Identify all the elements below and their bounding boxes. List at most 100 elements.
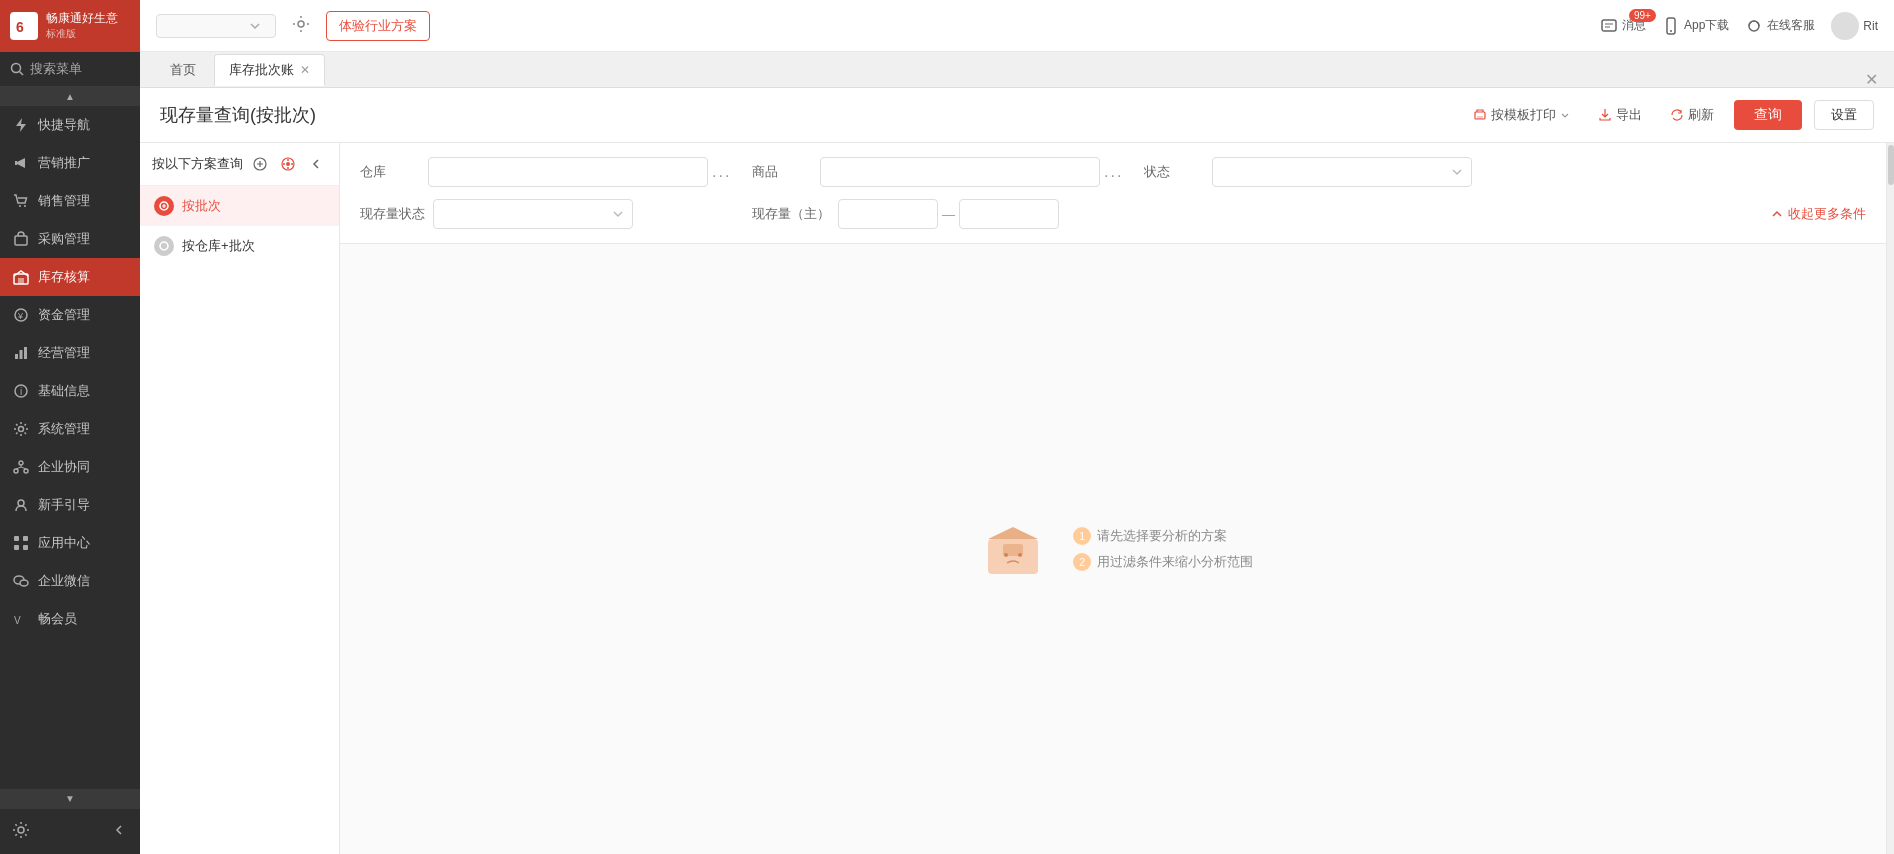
nav-label: 新手引导	[38, 496, 90, 514]
stock-qty-dash: —	[938, 207, 959, 222]
right-scrollbar[interactable]	[1886, 143, 1894, 854]
footer-collapse-btn[interactable]	[106, 817, 132, 846]
stock-status-filter-group: 现存量状态	[360, 199, 740, 229]
svg-marker-46	[988, 527, 1038, 539]
svg-point-38	[286, 162, 290, 166]
sidebar-item-quick-nav[interactable]: 快捷导航	[0, 106, 140, 144]
stock-qty-input-from[interactable]	[838, 199, 938, 229]
sidebar-item-enterprise[interactable]: 企业协同	[0, 448, 140, 486]
product-input[interactable]	[820, 157, 1100, 187]
online-service-btn[interactable]: 在线客服	[1745, 17, 1815, 35]
print-label: 按模板打印	[1491, 106, 1556, 124]
panel-close-btn[interactable]: ✕	[1865, 70, 1878, 89]
sidebar-item-inventory[interactable]: 库存核算	[0, 258, 140, 296]
scrollbar-thumb[interactable]	[1888, 145, 1894, 185]
tab-inventory-batch[interactable]: 库存批次账 ✕	[214, 54, 325, 86]
svg-point-44	[160, 242, 168, 250]
svg-rect-8	[18, 278, 24, 284]
chevron-up-icon	[1770, 207, 1784, 221]
sidebar-item-member[interactable]: V 畅会员	[0, 600, 140, 638]
messages-btn[interactable]: 消息 99+	[1600, 17, 1646, 35]
product-dots[interactable]: ...	[1100, 163, 1127, 181]
topbar-settings-btn[interactable]	[288, 11, 314, 41]
warehouse-filter-group: 仓库 ...	[360, 157, 740, 187]
filter-row-1: 仓库 ... 商品 ... 状态	[360, 157, 1866, 187]
status-select[interactable]	[1212, 157, 1472, 187]
svg-rect-11	[15, 354, 18, 359]
username: Rit	[1863, 19, 1878, 33]
sidebar-item-apps[interactable]: 应用中心	[0, 524, 140, 562]
footer-settings-btn[interactable]	[8, 817, 34, 846]
svg-rect-23	[14, 545, 19, 550]
sidebar-scroll-down[interactable]: ▼	[0, 789, 140, 808]
settings-btn[interactable]: 设置	[1814, 100, 1874, 130]
query-btn[interactable]: 查询	[1734, 100, 1802, 130]
nav-label: 企业微信	[38, 572, 90, 590]
nav-label: 营销推广	[38, 154, 90, 172]
sidebar-item-wechat[interactable]: 企业微信	[0, 562, 140, 600]
stock-status-select[interactable]	[433, 199, 633, 229]
empty-tips: 1 请先选择要分析的方案 2 用过滤条件来缩小分析范围	[1073, 527, 1253, 571]
sidebar-item-finance[interactable]: ¥ 资金管理	[0, 296, 140, 334]
print-btn[interactable]: 按模板打印	[1465, 102, 1578, 128]
tabbar: 首页 库存批次账 ✕ ✕	[140, 52, 1894, 88]
refresh-label: 刷新	[1688, 106, 1714, 124]
svg-line-2	[20, 72, 24, 76]
right-panel: 仓库 ... 商品 ... 状态	[340, 143, 1886, 854]
user-menu[interactable]: Rit	[1831, 12, 1878, 40]
tip-2-text: 用过滤条件来缩小分析范围	[1097, 553, 1253, 571]
svg-point-28	[18, 827, 24, 833]
scheme-by-warehouse-batch[interactable]: 按仓库+批次	[140, 226, 339, 266]
export-label: 导出	[1616, 106, 1642, 124]
svg-point-32	[1670, 30, 1672, 32]
svg-text:¥: ¥	[17, 311, 24, 321]
sidebar-nav: 快捷导航 营销推广 销售管理 采购管理 库存核算	[0, 106, 140, 789]
empty-state: 1 请先选择要分析的方案 2 用过滤条件来缩小分析范围	[973, 509, 1253, 589]
nav-label: 采购管理	[38, 230, 90, 248]
tab-home[interactable]: 首页	[156, 55, 210, 85]
refresh-btn[interactable]: 刷新	[1662, 102, 1722, 128]
svg-rect-6	[15, 236, 27, 245]
export-btn[interactable]: 导出	[1590, 102, 1650, 128]
app-name: 畅康通好生意	[46, 11, 118, 27]
warehouse-input[interactable]	[428, 157, 708, 187]
sidebar-scroll-up[interactable]: ▲	[0, 87, 140, 106]
print-dropdown-icon[interactable]	[1560, 110, 1570, 120]
collapse-left-panel-btn[interactable]	[305, 153, 327, 175]
vip-icon: V	[12, 610, 30, 628]
warehouse-dots[interactable]: ...	[708, 163, 735, 181]
tip-num-1: 1	[1073, 527, 1091, 545]
sidebar-item-system[interactable]: 系统管理	[0, 410, 140, 448]
add-scheme-btn[interactable]	[249, 153, 271, 175]
sidebar-item-basic[interactable]: i 基础信息	[0, 372, 140, 410]
sidebar-item-guide[interactable]: 新手引导	[0, 486, 140, 524]
sidebar-item-marketing[interactable]: 营销推广	[0, 144, 140, 182]
svg-point-17	[19, 461, 23, 465]
topbar-search-input[interactable]	[165, 19, 245, 33]
gear-icon	[12, 420, 30, 438]
page-header: 现存量查询(按批次) 按模板打印 导出 刷新 查询 设置	[140, 88, 1894, 143]
sidebar-search[interactable]: 搜索菜单	[0, 52, 140, 87]
scheme-settings-btn[interactable]	[277, 153, 299, 175]
sidebar-item-operation[interactable]: 经营管理	[0, 334, 140, 372]
refresh-icon	[1670, 108, 1684, 122]
scheme-by-batch[interactable]: 按批次	[140, 186, 339, 226]
topbar-search-dropdown-icon[interactable]	[249, 20, 261, 32]
sidebar-item-sales[interactable]: 销售管理	[0, 182, 140, 220]
trial-btn[interactable]: 体验行业方案	[326, 11, 430, 41]
cart-icon	[12, 192, 30, 210]
tip-1-text: 请先选择要分析的方案	[1097, 527, 1227, 545]
nav-label: 畅会员	[38, 610, 77, 628]
stock-qty-input-to[interactable]	[959, 199, 1059, 229]
tab-close-btn[interactable]: ✕	[300, 64, 310, 76]
svg-point-19	[24, 469, 28, 473]
lightning-icon	[12, 116, 30, 134]
app-download-btn[interactable]: App下载	[1662, 17, 1729, 35]
box-icon	[12, 230, 30, 248]
app-logo: 6	[10, 12, 38, 40]
stock-status-label: 现存量状态	[360, 205, 425, 223]
topbar-search-area[interactable]	[156, 14, 276, 38]
collapse-more-conditions-btn[interactable]: 收起更多条件	[1770, 205, 1866, 223]
svg-point-48	[1004, 553, 1008, 557]
sidebar-item-purchase[interactable]: 采购管理	[0, 220, 140, 258]
